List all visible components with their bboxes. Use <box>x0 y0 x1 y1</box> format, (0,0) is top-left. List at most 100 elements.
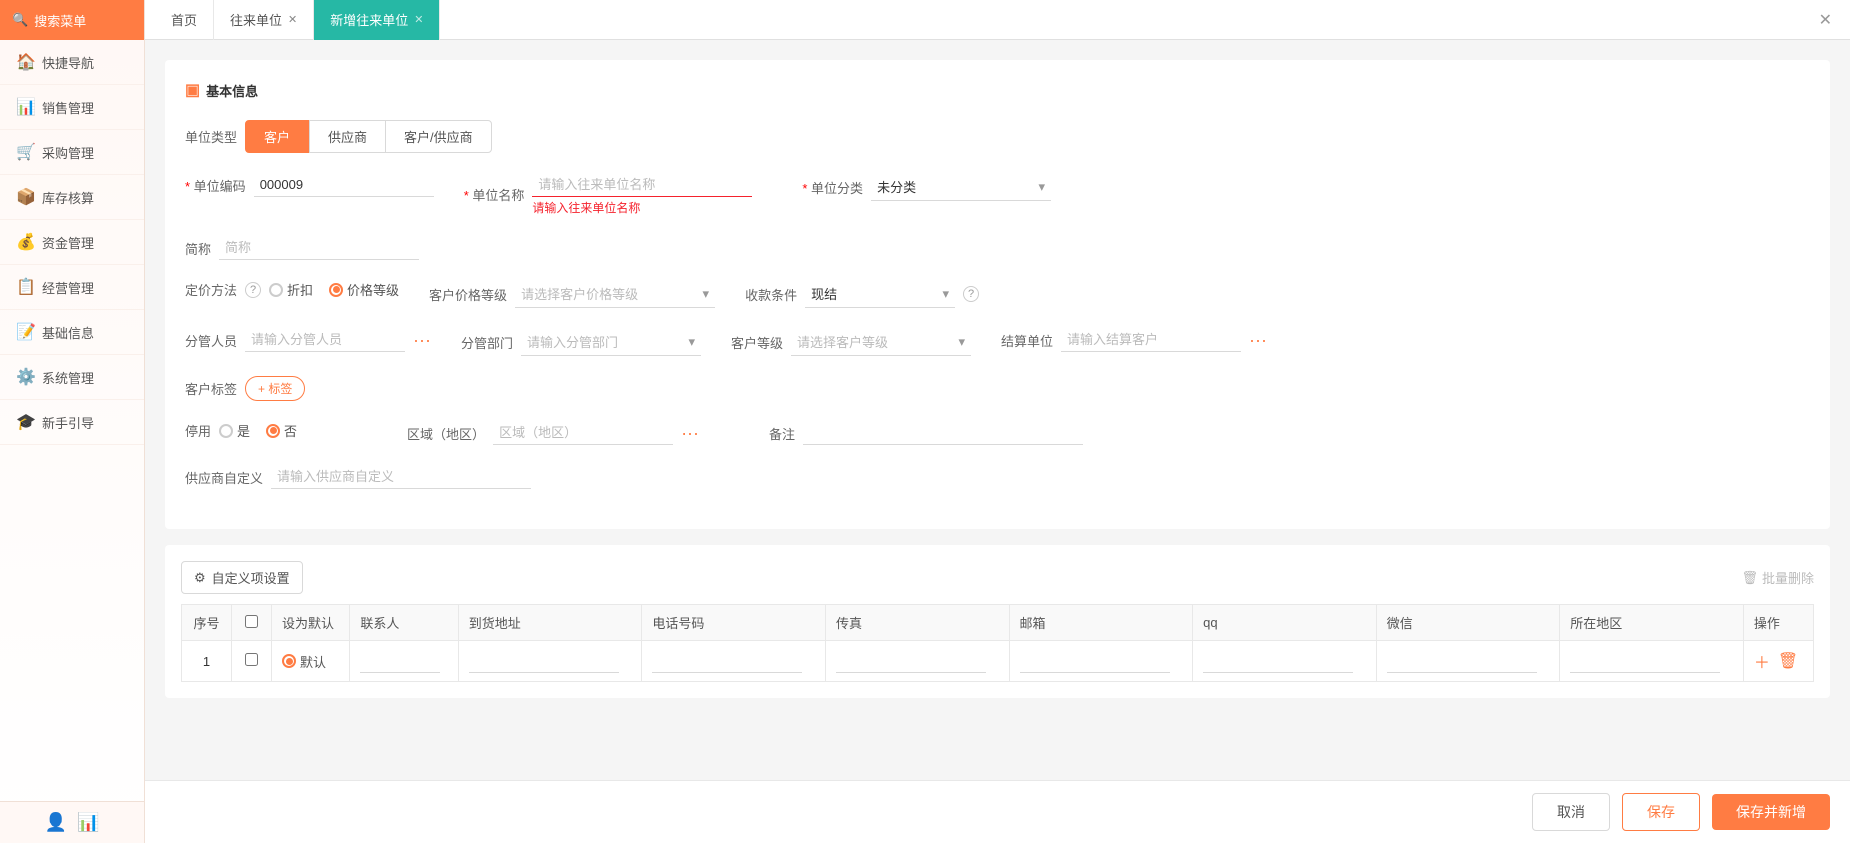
tab-contacts[interactable]: 往来单位 ✕ <box>214 0 314 40</box>
alias-group: 简称 <box>185 236 419 260</box>
cancel-button[interactable]: 取消 <box>1532 793 1610 831</box>
unit-name-input-group: 请输入往来单位名称 <box>532 173 752 216</box>
payment-terms-help-icon[interactable]: ? <box>963 286 979 302</box>
th-address: 到货地址 <box>458 605 642 641</box>
customer-level-select[interactable]: 请选择客户等级 ▾ <box>791 328 971 356</box>
customer-level-placeholder: 请选择客户等级 <box>797 332 888 351</box>
user-icon[interactable]: 👤 <box>45 812 67 833</box>
radio-no[interactable]: 否 <box>266 421 297 440</box>
add-tag-button[interactable]: + 标签 <box>245 376 305 401</box>
sidebar-item-quick-nav[interactable]: 🏠 快捷导航 <box>0 40 144 85</box>
sidebar-item-inventory[interactable]: 📦 库存核算 <box>0 175 144 220</box>
sidebar-search[interactable]: 🔍 搜索菜单 <box>0 0 144 40</box>
manager-more-icon[interactable]: ··· <box>413 330 431 351</box>
pricing-help-icon[interactable]: ? <box>245 282 261 298</box>
radio-discount[interactable]: 折扣 <box>269 280 313 299</box>
radio-yes[interactable]: 是 <box>219 421 250 440</box>
pricing-method-group: 定价方法 ? 折扣 价格等级 <box>185 280 399 299</box>
row-default-radio[interactable]: 默认 <box>282 652 339 671</box>
disabled-label: 停用 <box>185 421 211 440</box>
stats-icon[interactable]: 📊 <box>77 812 99 833</box>
th-email: 邮箱 <box>1009 605 1193 641</box>
row-seq: 1 <box>182 641 232 682</box>
unit-category-select[interactable]: 未分类 ▾ <box>871 173 1051 201</box>
main-close-button[interactable]: ✕ <box>1811 10 1840 30</box>
sidebar-item-operations[interactable]: 📋 经营管理 <box>0 265 144 310</box>
row-default: 默认 <box>272 641 350 682</box>
select-all-checkbox[interactable] <box>245 615 258 628</box>
delete-row-icon[interactable]: 🗑 <box>1778 651 1798 671</box>
region-input[interactable] <box>493 421 673 445</box>
batch-delete-button[interactable]: 🗑 批量删除 <box>1741 568 1814 587</box>
remarks-input[interactable] <box>803 421 1083 445</box>
radio-price-level-circle <box>329 283 343 297</box>
tab-new-contact-close[interactable]: ✕ <box>414 13 423 26</box>
row-default-radio-circle <box>282 654 296 668</box>
sidebar-item-label: 新手引导 <box>42 413 94 432</box>
btn-customer[interactable]: 客户 <box>245 120 309 153</box>
settle-unit-more-icon[interactable]: ··· <box>1249 330 1267 351</box>
sidebar-item-system[interactable]: ⚙️ 系统管理 <box>0 355 144 400</box>
customer-price-group: 客户价格等级 请选择客户价格等级 ▾ <box>429 280 715 308</box>
disabled-radio-group: 是 否 <box>219 421 297 440</box>
unit-name-label: 单位名称 <box>464 185 525 204</box>
row-region-input[interactable] <box>1570 649 1720 673</box>
row-checkbox[interactable] <box>245 653 258 666</box>
settle-unit-group: 结算单位 ··· <box>1001 328 1267 352</box>
manager-input[interactable] <box>245 328 405 352</box>
row-phone-input[interactable] <box>652 649 802 673</box>
dept-select[interactable]: 请输入分管部门 ▾ <box>521 328 701 356</box>
unit-name-input[interactable] <box>532 173 752 197</box>
content-area: ▣ 基本信息 单位类型 客户 供应商 客户/供应商 单位编码 <box>145 40 1850 780</box>
footer: 取消 保存 保存并新增 <box>145 780 1850 843</box>
region-more-icon[interactable]: ··· <box>681 423 699 444</box>
unit-code-group: 单位编码 <box>185 173 434 197</box>
btn-both[interactable]: 客户/供应商 <box>385 120 492 153</box>
tab-contacts-close[interactable]: ✕ <box>288 13 297 26</box>
sidebar: 🔍 搜索菜单 🏠 快捷导航 📊 销售管理 🛒 采购管理 📦 库存核算 💰 资金管… <box>0 0 145 843</box>
supplier-custom-input[interactable] <box>271 465 531 489</box>
tab-new-contact-label: 新增往来单位 <box>330 10 408 29</box>
alias-input[interactable] <box>219 236 419 260</box>
code-name-category-row: 单位编码 单位名称 请输入往来单位名称 单位分类 未分类 ▾ <box>185 173 1810 216</box>
money-icon: 💰 <box>16 232 34 252</box>
sidebar-item-newbie[interactable]: 🎓 新手引导 <box>0 400 144 445</box>
unit-code-input[interactable] <box>254 173 434 197</box>
payment-terms-value: 现结 <box>811 284 837 303</box>
row-actions-cell: ＋ 🗑 <box>1743 641 1813 682</box>
save-new-button[interactable]: 保存并新增 <box>1712 794 1830 830</box>
unit-category-value: 未分类 <box>877 177 916 196</box>
custom-settings-button[interactable]: ⚙ 自定义项设置 <box>181 561 303 594</box>
sidebar-item-purchase[interactable]: 🛒 采购管理 <box>0 130 144 175</box>
row-contact-input[interactable] <box>360 649 440 673</box>
tab-home-label: 首页 <box>171 10 197 29</box>
graduate-icon: 🎓 <box>16 412 34 432</box>
btn-supplier[interactable]: 供应商 <box>309 120 385 153</box>
save-button[interactable]: 保存 <box>1622 793 1700 831</box>
row-address-input[interactable] <box>469 649 619 673</box>
settle-unit-input[interactable] <box>1061 328 1241 352</box>
add-row-icon[interactable]: ＋ <box>1754 649 1770 673</box>
row-fax-input[interactable] <box>836 649 986 673</box>
row-wechat-input[interactable] <box>1387 649 1537 673</box>
sidebar-item-sales[interactable]: 📊 销售管理 <box>0 85 144 130</box>
radio-price-level[interactable]: 价格等级 <box>329 280 399 299</box>
row-email-input[interactable] <box>1020 649 1170 673</box>
tab-home[interactable]: 首页 <box>155 0 214 40</box>
gear-icon: ⚙️ <box>16 367 34 387</box>
unit-type-group: 单位类型 客户 供应商 客户/供应商 <box>185 120 492 153</box>
row-default-label: 默认 <box>300 652 326 671</box>
sidebar-bottom: 👤 📊 <box>0 801 144 843</box>
unit-type-row: 单位类型 客户 供应商 客户/供应商 <box>185 120 1810 153</box>
contacts-table: 序号 设为默认 联系人 到货地址 电话号码 传真 邮箱 qq 微信 所在地区 操… <box>181 604 1814 682</box>
sidebar-item-basic-info[interactable]: 📝 基础信息 <box>0 310 144 355</box>
payment-terms-select[interactable]: 现结 ▾ <box>805 280 955 308</box>
customer-price-select[interactable]: 请选择客户价格等级 ▾ <box>515 280 715 308</box>
row-qq-input[interactable] <box>1203 649 1353 673</box>
tab-new-contact[interactable]: 新增往来单位 ✕ <box>314 0 440 40</box>
sidebar-item-finance[interactable]: 💰 资金管理 <box>0 220 144 265</box>
disabled-group: 停用 是 否 <box>185 421 297 440</box>
sidebar-item-label: 快捷导航 <box>42 53 94 72</box>
remarks-group: 备注 <box>769 421 1083 445</box>
manager-group: 分管人员 ··· <box>185 328 431 352</box>
